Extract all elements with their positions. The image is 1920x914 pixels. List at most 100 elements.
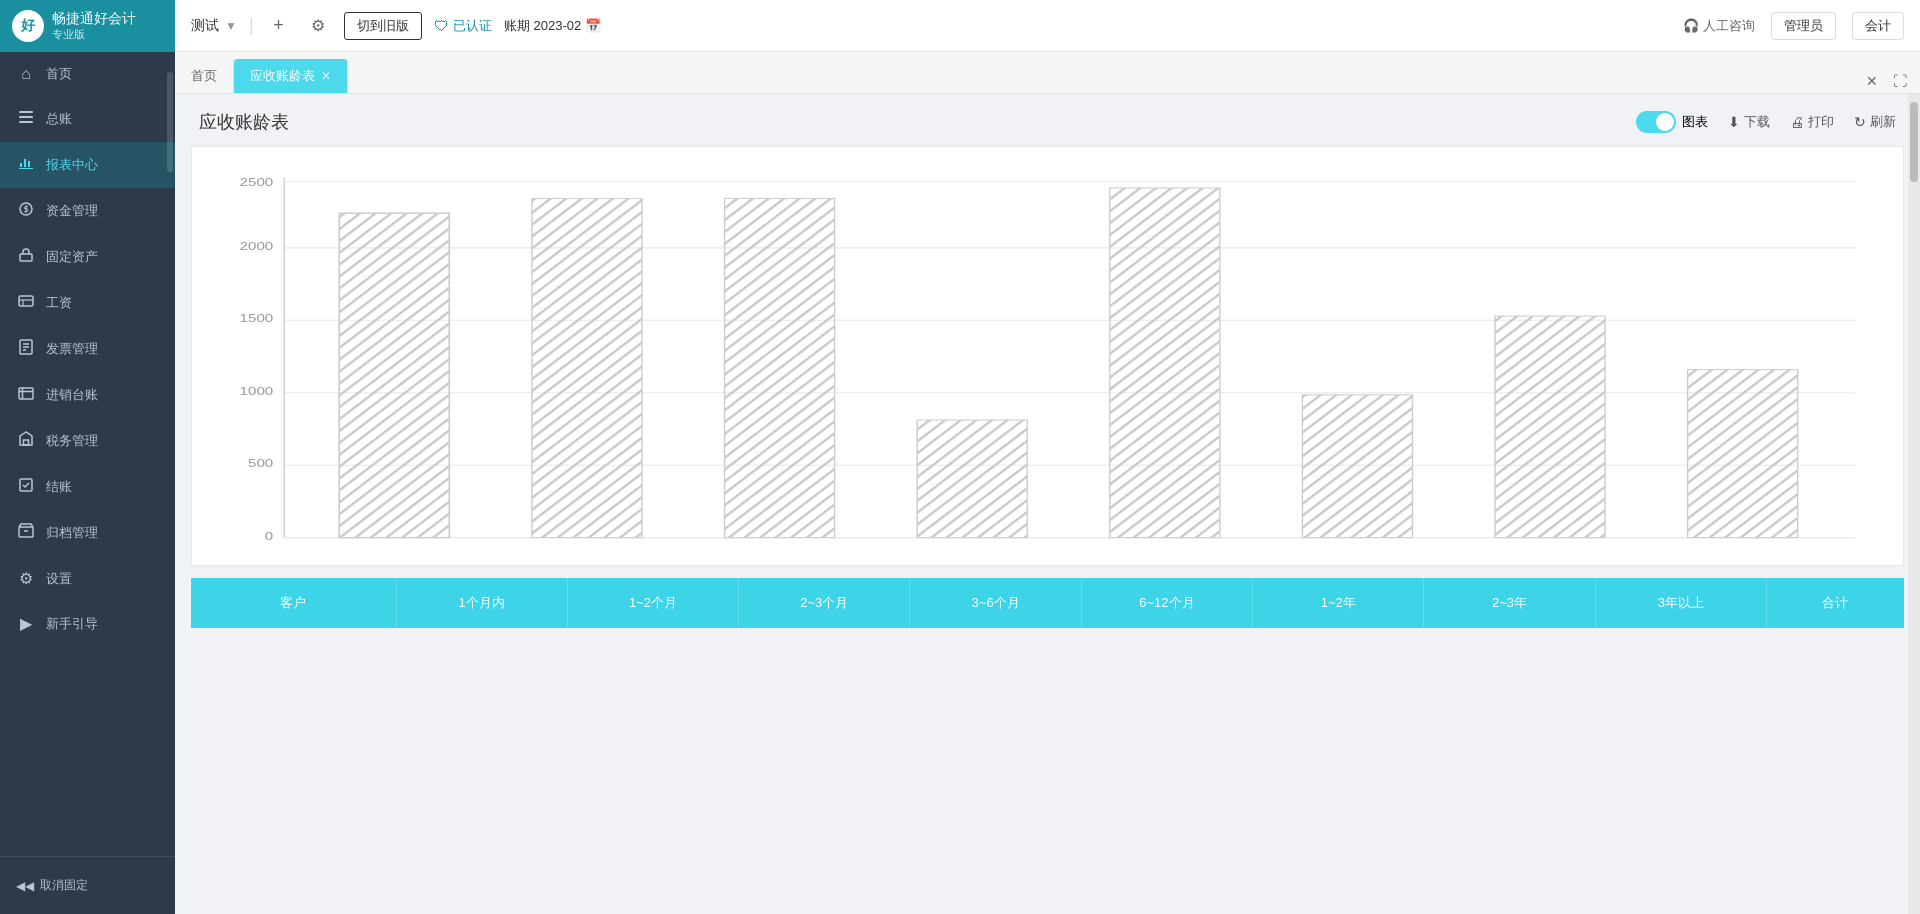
- svg-rect-13: [19, 388, 33, 399]
- add-module-button[interactable]: +: [266, 13, 292, 39]
- sidebar: 好 畅捷通好会计 专业版 ⌂ 首页 总账 报表中心: [0, 0, 175, 914]
- sidebar-item-reports[interactable]: 报表中心: [0, 142, 175, 188]
- certified-label: 已认证: [453, 17, 492, 35]
- sidebar-item-tax[interactable]: 税务管理: [0, 418, 175, 464]
- sidebar-item-label-archive: 归档管理: [46, 524, 98, 542]
- sidebar-item-funds[interactable]: 资金管理: [0, 188, 175, 234]
- svg-text:1500: 1500: [240, 312, 274, 325]
- refresh-label: 刷新: [1870, 113, 1896, 131]
- sidebar-item-label-closing: 结账: [46, 478, 72, 496]
- archive-icon: [16, 523, 36, 543]
- topbar: 测试 ▼ | + ⚙ 切到旧版 🛡 已认证 账期 2023-02 📅 🎧 人工咨…: [175, 0, 1920, 52]
- svg-rect-34: [339, 213, 449, 537]
- svg-rect-48: [1688, 370, 1798, 538]
- sidebar-item-label-ledger: 总账: [46, 110, 72, 128]
- table-header-1-2m: 1~2个月: [568, 578, 739, 628]
- print-icon: 🖨: [1790, 114, 1804, 130]
- table-header-3-6m: 3~6个月: [910, 578, 1081, 628]
- sidebar-item-label-invoice: 发票管理: [46, 340, 98, 358]
- settings-button[interactable]: ⚙: [304, 12, 332, 40]
- svg-rect-1: [19, 116, 33, 118]
- main-area: 测试 ▼ | + ⚙ 切到旧版 🛡 已认证 账期 2023-02 📅 🎧 人工咨…: [175, 0, 1920, 914]
- sidebar-item-ledger[interactable]: 总账: [0, 96, 175, 142]
- calendar-icon[interactable]: 📅: [585, 18, 601, 33]
- sidebar-bottom: ◀◀ 取消固定: [0, 856, 175, 914]
- consulting-button[interactable]: 🎧 人工咨询: [1683, 17, 1755, 35]
- close-window-button[interactable]: ✕: [1860, 69, 1884, 93]
- sidebar-item-purchase-sales[interactable]: 进销台账: [0, 372, 175, 418]
- sidebar-item-label-salary: 工资: [46, 294, 72, 312]
- manager-button[interactable]: 管理员: [1771, 12, 1836, 40]
- cancel-fixed-label: 取消固定: [40, 877, 88, 894]
- page-header: 应收账龄表 图表 ⬇ 下载 🖨 打印 ↻ 刷新: [175, 94, 1920, 146]
- maximize-window-button[interactable]: ⛶: [1888, 69, 1912, 93]
- certified-icon: 🛡: [434, 17, 449, 34]
- sidebar-item-archive[interactable]: 归档管理: [0, 510, 175, 556]
- logo-icon: 好: [12, 10, 44, 42]
- period-label: 账期: [504, 17, 530, 35]
- tab-close-ar-aging[interactable]: ✕: [321, 69, 331, 83]
- headset-icon: 🎧: [1683, 18, 1699, 33]
- switch-version-button[interactable]: 切到旧版: [344, 12, 422, 40]
- closing-icon: [16, 477, 36, 497]
- cancel-fixed-btn[interactable]: ◀◀ 取消固定: [0, 867, 175, 904]
- svg-rect-44: [1302, 395, 1412, 538]
- svg-rect-40: [917, 420, 1027, 538]
- sidebar-item-invoice[interactable]: 发票管理: [0, 326, 175, 372]
- ledger-icon: [16, 109, 36, 129]
- tab-home[interactable]: 首页: [175, 59, 234, 93]
- svg-rect-38: [725, 199, 835, 538]
- sidebar-item-label-reports: 报表中心: [46, 156, 98, 174]
- chart-toggle[interactable]: [1636, 111, 1676, 133]
- svg-rect-0: [19, 111, 33, 113]
- pin-icon: ◀◀: [16, 879, 34, 893]
- sidebar-item-closing[interactable]: 结账: [0, 464, 175, 510]
- table-header-1m: 1个月内: [397, 578, 568, 628]
- sidebar-logo: 好 畅捷通好会计 专业版: [0, 0, 175, 52]
- app-edition: 专业版: [52, 27, 136, 42]
- table-header-3y-plus: 3年以上: [1596, 578, 1767, 628]
- sidebar-item-label-purchase-sales: 进销台账: [46, 386, 98, 404]
- table-header: 客户 1个月内 1~2个月 2~3个月 3~6个月 6~12个月 1~2年 2~…: [191, 578, 1904, 628]
- table-header-2-3y: 2~3年: [1424, 578, 1595, 628]
- page-title: 应收账龄表: [199, 110, 289, 134]
- tax-icon: [16, 431, 36, 451]
- purchase-sales-icon: [16, 385, 36, 405]
- table-header-2-3m: 2~3个月: [739, 578, 910, 628]
- sidebar-item-label-settings: 设置: [46, 570, 72, 588]
- print-button[interactable]: 🖨 打印: [1790, 113, 1834, 131]
- download-icon: ⬇: [1728, 114, 1740, 130]
- scrollbar-thumb[interactable]: [1910, 102, 1918, 182]
- settings-icon: ⚙: [16, 569, 36, 588]
- svg-rect-5: [20, 254, 32, 261]
- download-button[interactable]: ⬇ 下载: [1728, 113, 1770, 131]
- svg-text:2000: 2000: [240, 240, 274, 253]
- topbar-divider-1: |: [249, 15, 254, 36]
- tab-ar-aging[interactable]: 应收账龄表 ✕: [234, 59, 348, 93]
- scrollbar-track[interactable]: [1908, 94, 1920, 914]
- invoice-icon: [16, 339, 36, 359]
- svg-text:2500: 2500: [240, 176, 274, 189]
- sidebar-item-settings[interactable]: ⚙ 设置: [0, 556, 175, 601]
- svg-rect-36: [532, 199, 642, 538]
- svg-rect-16: [24, 440, 29, 445]
- accountant-button[interactable]: 会计: [1852, 12, 1904, 40]
- refresh-icon: ↻: [1854, 114, 1866, 130]
- refresh-button[interactable]: ↻ 刷新: [1854, 113, 1896, 131]
- tab-home-label: 首页: [191, 67, 217, 85]
- sidebar-item-home[interactable]: ⌂ 首页: [0, 52, 175, 96]
- header-actions: 图表 ⬇ 下载 🖨 打印 ↻ 刷新: [1636, 111, 1896, 133]
- reports-icon: [16, 155, 36, 175]
- sidebar-item-assets[interactable]: 固定资产: [0, 234, 175, 280]
- module-selector[interactable]: 测试 ▼: [191, 17, 237, 35]
- svg-rect-6: [19, 296, 33, 306]
- sidebar-item-salary[interactable]: 工资: [0, 280, 175, 326]
- print-label: 打印: [1808, 113, 1834, 131]
- guide-icon: ▶: [16, 614, 36, 633]
- period-value: 2023-02: [534, 18, 582, 33]
- table-header-total: 合计: [1767, 578, 1904, 628]
- sidebar-item-guide[interactable]: ▶ 新手引导: [0, 601, 175, 646]
- period-info: 账期 2023-02 📅: [504, 17, 602, 35]
- svg-rect-46: [1495, 316, 1605, 538]
- svg-text:0: 0: [265, 529, 273, 542]
